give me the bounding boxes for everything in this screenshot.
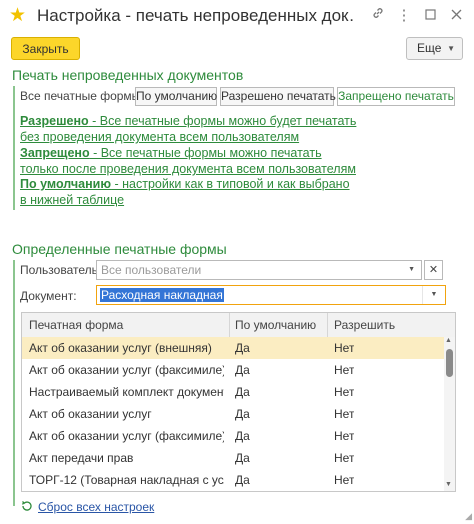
table-row[interactable]: Акт об оказании услуг (внешняя) Да Нет	[22, 337, 444, 359]
cell-default: Да	[235, 451, 250, 465]
column-header-allow[interactable]: Разрешить	[334, 318, 395, 332]
table-scrollbar[interactable]: ▲ ▼	[444, 337, 455, 491]
option-denied[interactable]: Запрещено печатать	[337, 87, 455, 106]
desc-allowed-bold: Разрешено	[20, 114, 89, 128]
resize-grip-icon[interactable]: ◢	[465, 511, 472, 522]
cell-allow: Нет	[334, 385, 355, 399]
cell-allow: Нет	[334, 407, 355, 421]
cell-form: Акт об оказании услуг (факсимиле) (в…	[29, 363, 224, 377]
clear-user-button[interactable]: ✕	[424, 260, 443, 280]
desc-denied-bold: Запрещено	[20, 146, 90, 160]
document-field[interactable]: Расходная накладная ▼	[96, 285, 446, 305]
cell-allow: Нет	[334, 429, 355, 443]
cell-default: Да	[235, 429, 250, 443]
document-field-value: Расходная накладная	[100, 288, 224, 302]
cell-form: Акт об оказании услуг (внешняя)	[29, 341, 212, 355]
more-button-label: Еще	[417, 41, 442, 55]
desc-default-bold: По умолчанию	[20, 177, 112, 191]
column-header-default[interactable]: По умолчанию	[235, 318, 316, 332]
column-divider	[327, 313, 328, 337]
desc-default-line2: в нижней таблице	[20, 193, 125, 207]
print-forms-label: Все печатные формы:	[20, 89, 144, 103]
section-divider	[13, 86, 15, 210]
cell-default: Да	[235, 341, 250, 355]
title-bar: ★ Настройка - печать непроведенных док… …	[0, 0, 474, 34]
desc-allowed-text: - Все печатные формы можно будет печатат…	[88, 114, 357, 128]
desc-denied-text: - Все печатные формы можно печатать	[89, 146, 322, 160]
option-default[interactable]: По умолчанию	[135, 87, 217, 106]
reset-icon	[21, 500, 33, 515]
table-row[interactable]: Настраиваемый комплект документов Да Нет	[22, 381, 444, 403]
section-title-specific: Определенные печатные формы	[12, 241, 227, 257]
link-icon[interactable]	[368, 6, 388, 26]
table-header: Печатная форма По умолчанию Разрешить	[22, 313, 455, 338]
scrollbar-thumb[interactable]	[446, 349, 453, 377]
user-field[interactable]: Все пользователи ▼	[96, 260, 422, 280]
table-row[interactable]: Акт об оказании услуг (факсимиле) (в… Да…	[22, 359, 444, 381]
cell-form: Акт передачи прав	[29, 451, 134, 465]
scroll-up-icon[interactable]: ▲	[445, 337, 452, 344]
cell-allow: Нет	[334, 341, 355, 355]
cell-form: Акт об оказании услуг (факсимиле)	[29, 429, 224, 443]
desc-allowed-line1: Разрешено - Все печатные формы можно буд…	[20, 114, 356, 128]
star-icon[interactable]: ★	[9, 5, 26, 27]
desc-default-line1: По умолчанию - настройки как в типовой и…	[20, 177, 350, 191]
close-icon[interactable]	[446, 6, 466, 26]
section-title-unposted: Печать непроведенных документов	[12, 67, 244, 83]
user-field-placeholder: Все пользователи	[101, 263, 202, 277]
chevron-down-icon: ▼	[447, 44, 455, 53]
cell-default: Да	[235, 407, 250, 421]
print-forms-table: Печатная форма По умолчанию Разрешить Ак…	[21, 312, 456, 492]
cell-allow: Нет	[334, 363, 355, 377]
cell-form: ТОРГ-12 (Товарная накладная с услу…	[29, 473, 224, 487]
desc-denied-line2: только после проведения документа всем п…	[20, 162, 356, 176]
user-label: Пользователь:	[20, 263, 102, 277]
cell-default: Да	[235, 363, 250, 377]
cell-default: Да	[235, 385, 250, 399]
table-row[interactable]: Акт об оказании услуг (факсимиле) Да Нет	[22, 425, 444, 447]
table-row[interactable]: Акт передачи прав Да Нет	[22, 447, 444, 469]
scroll-down-icon[interactable]: ▼	[445, 481, 452, 488]
desc-allowed-line2: без проведения документа всем пользовате…	[20, 130, 300, 144]
more-icon[interactable]: ⋮	[394, 6, 414, 26]
table-row[interactable]: Акт об оказании услуг Да Нет	[22, 403, 444, 425]
desc-denied-line1: Запрещено - Все печатные формы можно печ…	[20, 146, 322, 160]
column-header-form[interactable]: Печатная форма	[29, 318, 123, 332]
document-label: Документ:	[20, 289, 77, 303]
table-row[interactable]: ТОРГ-12 (Товарная накладная с услу… Да Н…	[22, 469, 444, 491]
reset-settings-link[interactable]: Сброс всех настроек	[38, 500, 154, 514]
cell-form: Акт об оказании услуг	[29, 407, 152, 421]
cell-form: Настраиваемый комплект документов	[29, 385, 224, 399]
option-allowed[interactable]: Разрешено печатать	[220, 87, 336, 106]
desc-default-text: - настройки как в типовой и как выбрано	[111, 177, 350, 191]
maximize-icon[interactable]	[420, 6, 440, 26]
section-divider-2	[13, 260, 15, 506]
more-button[interactable]: Еще ▼	[406, 37, 463, 60]
cell-allow: Нет	[334, 473, 355, 487]
close-button[interactable]: Закрыть	[11, 37, 80, 60]
cell-default: Да	[235, 473, 250, 487]
cell-allow: Нет	[334, 451, 355, 465]
chevron-down-icon[interactable]: ▼	[422, 286, 445, 304]
chevron-down-icon[interactable]: ▼	[408, 266, 415, 273]
column-divider	[229, 313, 230, 337]
window-title: Настройка - печать непроведенных док…	[37, 6, 355, 25]
